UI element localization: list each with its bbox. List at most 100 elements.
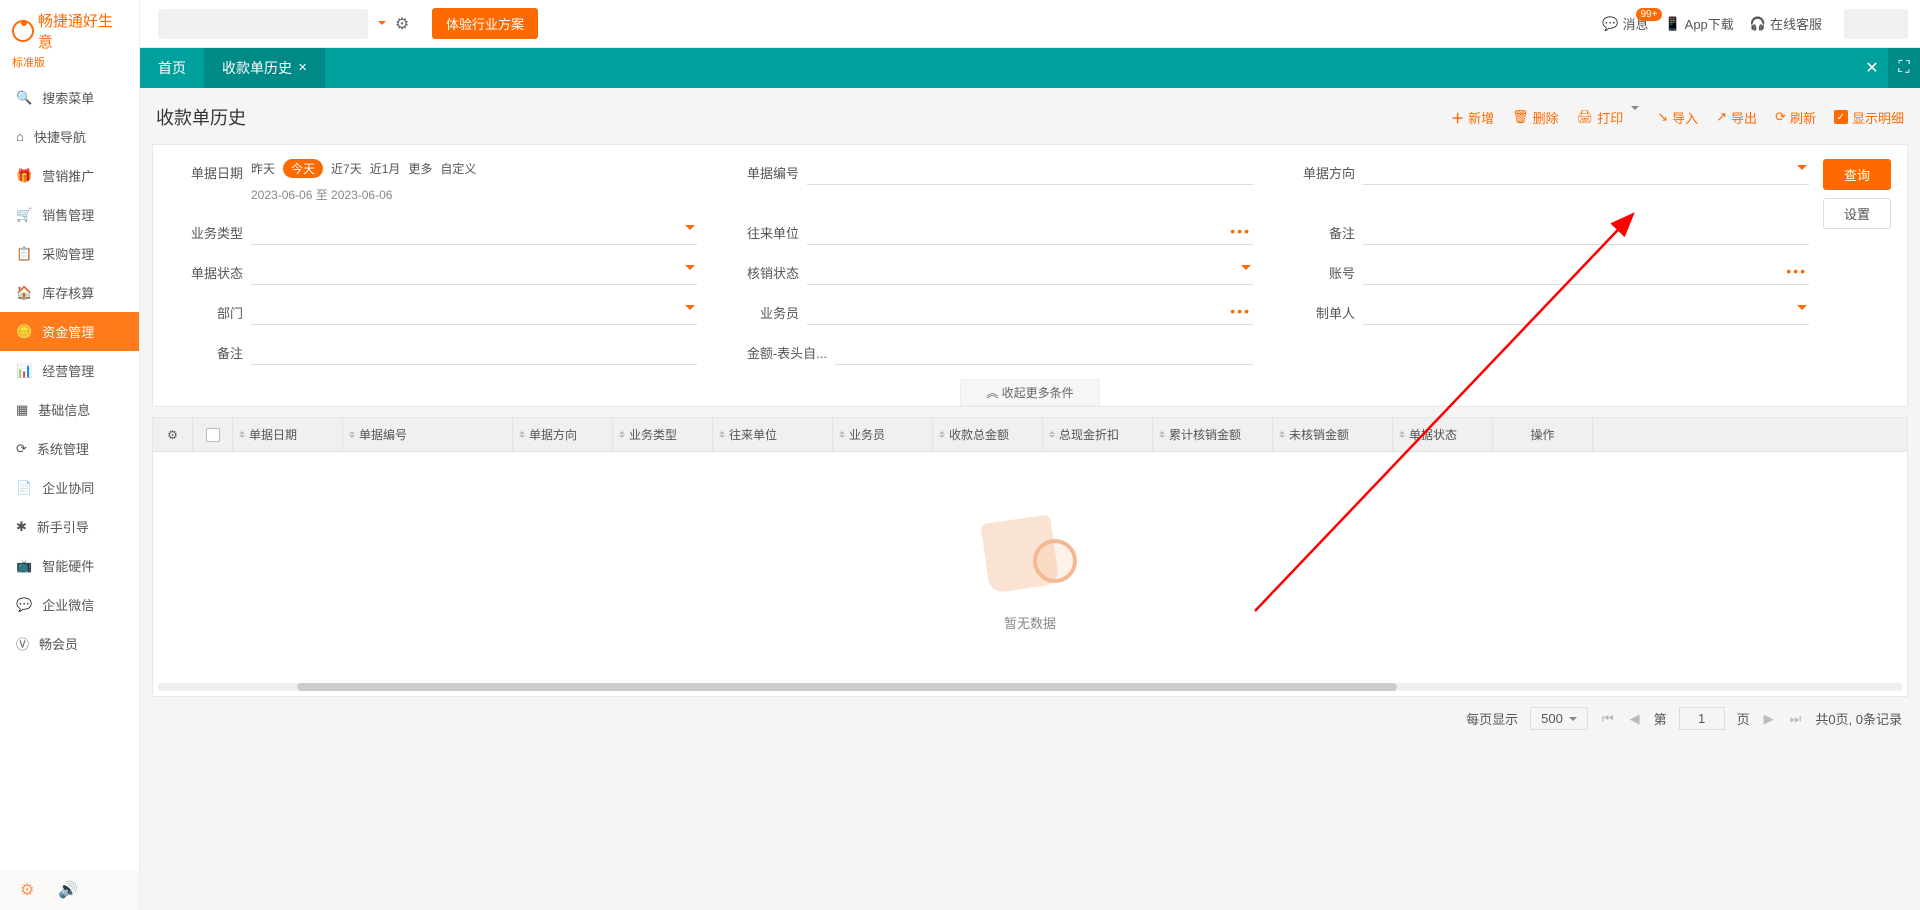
- import-button[interactable]: ↘导入: [1657, 108, 1698, 127]
- download-link[interactable]: 📱 App下载: [1664, 14, 1733, 33]
- col-1[interactable]: 单据编号: [343, 418, 513, 451]
- page-first-icon[interactable]: ⏮: [1600, 711, 1616, 727]
- page-prev-icon[interactable]: ◀: [1628, 711, 1642, 727]
- preset-today[interactable]: 今天: [283, 159, 323, 178]
- label-amount-header: 金额-表头自...: [727, 339, 827, 362]
- select-biztype[interactable]: [251, 219, 697, 245]
- fullscreen-icon[interactable]: ⛶: [1888, 48, 1920, 88]
- col-gear[interactable]: ⚙: [153, 418, 193, 451]
- sidebar-item-6[interactable]: 🪙资金管理: [0, 312, 139, 351]
- import-icon: ↘: [1657, 109, 1668, 125]
- picker-salesman[interactable]: •••: [807, 299, 1253, 325]
- preset-last7[interactable]: 近7天: [331, 160, 362, 177]
- col-11[interactable]: 操作: [1493, 418, 1593, 451]
- col-8[interactable]: 累计核销金额: [1153, 418, 1273, 451]
- sidebar-item-3[interactable]: 🛒销售管理: [0, 195, 139, 234]
- query-button[interactable]: 查询: [1823, 159, 1891, 190]
- label-docno: 单据编号: [727, 159, 799, 182]
- sidebar-item-4[interactable]: 📋采购管理: [0, 234, 139, 273]
- sidebar-item-label: 采购管理: [42, 244, 94, 263]
- close-icon[interactable]: ✕: [298, 48, 307, 88]
- gear-icon[interactable]: ⚙: [386, 8, 418, 40]
- sidebar-item-10[interactable]: 📄企业协同: [0, 468, 139, 507]
- picker-partner[interactable]: •••: [807, 219, 1253, 245]
- picker-account[interactable]: •••: [1363, 259, 1809, 285]
- settings-icon[interactable]: ⚙: [20, 880, 34, 900]
- sidebar-item-11[interactable]: ✱新手引导: [0, 507, 139, 546]
- sidebar-item-14[interactable]: Ⓥ畅会员: [0, 624, 139, 663]
- sidebar-item-5[interactable]: 🏠库存核算: [0, 273, 139, 312]
- page-title: 收款单历史: [156, 104, 246, 130]
- sidebar-item-label: 智能硬件: [42, 556, 94, 575]
- page-last-icon[interactable]: ⏭: [1788, 711, 1804, 727]
- col-6[interactable]: 收款总金额: [933, 418, 1043, 451]
- refresh-button[interactable]: ⟳刷新: [1775, 108, 1816, 127]
- col-4[interactable]: 往来单位: [713, 418, 833, 451]
- select-docstatus[interactable]: [251, 259, 697, 285]
- preset-yesterday[interactable]: 昨天: [251, 160, 275, 177]
- input-remark2[interactable]: [251, 339, 697, 365]
- chevron-down-icon: [685, 225, 695, 235]
- chevron-down-icon: [1797, 165, 1807, 175]
- select-creator[interactable]: [1363, 299, 1809, 325]
- main-area: ⚙ 体验行业方案 💬 消息 99+ 📱 App下载 🎧 在线客服 首页 收款单历…: [140, 0, 1920, 910]
- input-docno[interactable]: [807, 159, 1253, 185]
- delete-button[interactable]: 🗑删除: [1512, 108, 1559, 127]
- ellipsis-icon: •••: [1230, 303, 1251, 319]
- tab-current[interactable]: 收款单历史 ✕: [204, 48, 325, 88]
- tabs-close-all-icon[interactable]: ✕: [1856, 48, 1888, 88]
- brand-name: 畅捷通好生意: [38, 10, 127, 52]
- sound-icon[interactable]: 🔊: [58, 880, 78, 900]
- detail-toggle[interactable]: ✓显示明细: [1834, 108, 1904, 127]
- sidebar-item-2[interactable]: 🎁营销推广: [0, 156, 139, 195]
- col-3[interactable]: 业务类型: [613, 418, 713, 451]
- select-writeoff[interactable]: [807, 259, 1253, 285]
- col-0[interactable]: 单据日期: [233, 418, 343, 451]
- sidebar-item-label: 营销推广: [42, 166, 94, 185]
- sidebar-item-12[interactable]: 📺 智能硬件: [0, 546, 139, 585]
- add-button[interactable]: ＋新增: [1451, 108, 1494, 127]
- page-next-icon[interactable]: ▶: [1762, 711, 1776, 727]
- select-department[interactable]: [251, 299, 697, 325]
- menu-icon: ⌂: [16, 129, 24, 144]
- preset-last1m[interactable]: 近1月: [370, 160, 401, 177]
- panel-header: 收款单历史 ＋新增 🗑删除 🖨打印 ↘导入 ↗导出 ⟳刷新 ✓显示明细: [152, 100, 1908, 144]
- col-checkbox[interactable]: [193, 418, 233, 451]
- sidebar-item-label: 企业微信: [42, 595, 94, 614]
- col-2[interactable]: 单据方向: [513, 418, 613, 451]
- sidebar-item-13[interactable]: 💬企业微信: [0, 585, 139, 624]
- page-prefix: 第: [1654, 709, 1667, 728]
- select-direction[interactable]: [1363, 159, 1809, 185]
- support-link[interactable]: 🎧 在线客服: [1750, 14, 1822, 33]
- preset-more[interactable]: 更多: [408, 160, 432, 177]
- sidebar-item-8[interactable]: ▦基础信息: [0, 390, 139, 429]
- sidebar-item-1[interactable]: ⌂快捷导航: [0, 117, 139, 156]
- org-selector[interactable]: [158, 9, 368, 39]
- label-direction: 单据方向: [1283, 159, 1355, 182]
- sidebar-item-9[interactable]: ⟳系统管理: [0, 429, 139, 468]
- page-input[interactable]: 1: [1679, 707, 1725, 730]
- printer-icon: 🖨: [1577, 109, 1594, 125]
- input-remark[interactable]: [1363, 219, 1809, 245]
- menu-icon: 📺: [16, 558, 32, 574]
- export-button[interactable]: ↗导出: [1716, 108, 1757, 127]
- col-9[interactable]: 未核销金额: [1273, 418, 1393, 451]
- phone-icon: 📱: [1664, 16, 1680, 32]
- horizontal-scrollbar[interactable]: [153, 678, 1907, 696]
- settings-button[interactable]: 设置: [1823, 198, 1891, 229]
- preset-custom[interactable]: 自定义: [440, 160, 476, 177]
- col-5[interactable]: 业务员: [833, 418, 933, 451]
- per-page-select[interactable]: 500: [1530, 707, 1588, 730]
- col-10[interactable]: 单据状态: [1393, 418, 1493, 451]
- print-button[interactable]: 🖨打印: [1577, 108, 1640, 127]
- sidebar-item-7[interactable]: 📊经营管理: [0, 351, 139, 390]
- brand-logo-icon: [12, 20, 34, 42]
- col-7[interactable]: 总现金折扣: [1043, 418, 1153, 451]
- tab-home[interactable]: 首页: [140, 48, 204, 88]
- input-amount-header[interactable]: [835, 339, 1253, 365]
- sidebar-item-0[interactable]: 🔍搜索菜单: [0, 78, 139, 117]
- experience-button[interactable]: 体验行业方案: [432, 8, 538, 39]
- messages-link[interactable]: 💬 消息 99+: [1602, 14, 1648, 33]
- avatar[interactable]: [1844, 9, 1908, 39]
- collapse-toggle[interactable]: ︽ 收起更多条件: [960, 379, 1100, 406]
